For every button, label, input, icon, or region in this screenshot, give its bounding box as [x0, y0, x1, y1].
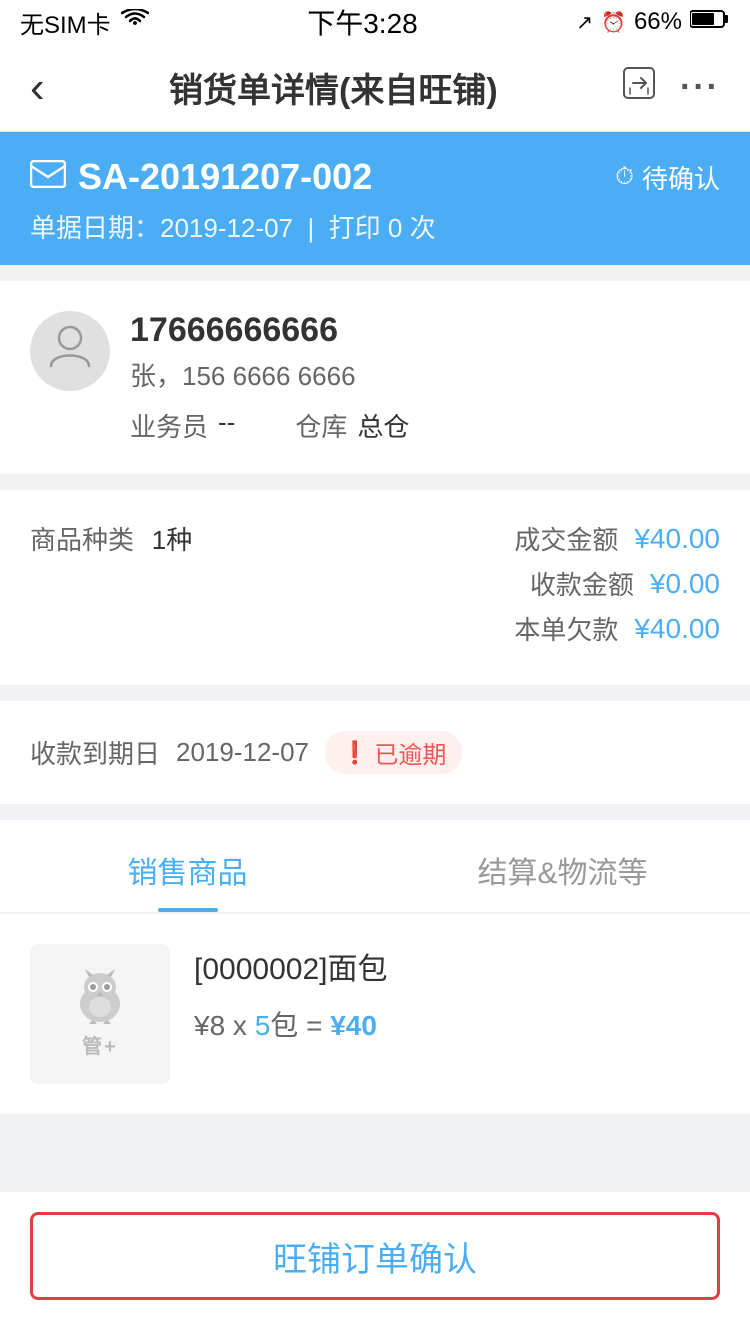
battery-text: 66%: [634, 8, 682, 36]
wifi-icon: [121, 8, 149, 36]
deal-amount-row: 成交金额 ¥40.00: [514, 520, 720, 557]
product-type-label: 商品种类: [30, 525, 134, 555]
battery-icon: [690, 8, 730, 36]
owed-amount-row: 本单欠款 ¥40.00: [514, 610, 720, 647]
tab-products[interactable]: 销售商品: [0, 820, 375, 912]
product-type-section: 商品种类 1种: [30, 520, 192, 557]
tabs-container: 销售商品 结算&物流等: [0, 820, 750, 1114]
alarm-icon: ⏰: [601, 10, 626, 35]
product-info: [0000002]面包 ¥8 x 5包 = ¥40: [194, 944, 720, 1084]
tab-settlement-label: 结算&物流等: [477, 857, 647, 890]
due-date-row: 收款到期日 2019-12-07 ❗ 已逾期: [30, 731, 720, 774]
deal-amount-value: ¥40.00: [634, 523, 720, 555]
back-button[interactable]: ‹: [30, 63, 45, 113]
owed-amount-value: ¥40.00: [634, 613, 720, 645]
due-date-card: 收款到期日 2019-12-07 ❗ 已逾期: [0, 701, 750, 804]
customer-name: 张，156 6666 6666: [130, 356, 720, 393]
logo-text: 管+: [82, 1030, 118, 1059]
order-meta: 单据日期：2019-12-07 | 打印 0 次: [30, 208, 720, 245]
customer-info: 17666666666 张，156 6666 6666 业务员 -- 仓库 总仓: [130, 311, 720, 444]
user-icon: [45, 320, 95, 382]
received-amount-value: ¥0.00: [650, 568, 720, 600]
order-header: SA-20191207-002 ⏱ 待确认 单据日期：2019-12-07 | …: [0, 132, 750, 265]
product-item: 管+ [0000002]面包 ¥8 x 5包 = ¥40: [0, 914, 750, 1114]
carrier-text: 无SIM卡: [20, 5, 111, 40]
salesman-field: 业务员 --: [130, 407, 235, 444]
status-bar: 无SIM卡 下午3:28 ↗ ⏰ 66%: [0, 0, 750, 44]
product-type-value: 1种: [152, 525, 192, 555]
confirm-order-button[interactable]: 旺铺订单确认: [30, 1212, 720, 1300]
status-right: ↗ ⏰ 66%: [576, 8, 730, 36]
overdue-text: 已逾期: [374, 735, 446, 770]
product-price: ¥8 x 5包 = ¥40: [194, 1004, 720, 1044]
customer-meta: 业务员 -- 仓库 总仓: [130, 407, 720, 444]
price-label: ¥8 x: [194, 1010, 255, 1041]
status-time: 下午3:28: [307, 2, 418, 42]
customer-card: 17666666666 张，156 6666 6666 业务员 -- 仓库 总仓: [0, 281, 750, 474]
avatar: [30, 311, 110, 391]
price-total: ¥40: [330, 1010, 377, 1041]
owed-amount-label: 本单欠款: [514, 610, 618, 647]
share-icon[interactable]: [622, 66, 656, 109]
received-amount-row: 收款金额 ¥0.00: [514, 565, 720, 602]
bottom-area: 旺铺订单确认: [0, 1192, 750, 1334]
salesman-label: 业务员: [130, 407, 208, 444]
deal-amount-label: 成交金额: [514, 520, 618, 557]
status-text: 待确认: [642, 159, 720, 196]
warehouse-label: 仓库: [295, 407, 347, 444]
location-arrow-icon: ↗: [576, 10, 593, 35]
tabs-row: 销售商品 结算&物流等: [0, 820, 750, 914]
order-id-text: SA-20191207-002: [78, 156, 372, 198]
tab-settlement[interactable]: 结算&物流等: [375, 820, 750, 912]
received-amount-label: 收款金额: [530, 565, 634, 602]
nav-bar: ‹ 销货单详情(来自旺铺) ···: [0, 44, 750, 132]
summary-card: 商品种类 1种 成交金额 ¥40.00 收款金额 ¥0.00 本单欠款 ¥40.…: [0, 490, 750, 685]
order-envelope-icon: [30, 159, 66, 196]
due-date-value: 2019-12-07: [176, 737, 309, 768]
price-qty: 5: [255, 1010, 271, 1041]
more-icon[interactable]: ···: [680, 68, 720, 107]
salesman-value: --: [218, 407, 235, 444]
overdue-badge: ❗ 已逾期: [325, 731, 462, 774]
product-name: [0000002]面包: [194, 944, 720, 988]
due-date-label: 收款到期日: [30, 734, 160, 771]
product-logo: 管+: [30, 944, 170, 1084]
page-title: 销货单详情(来自旺铺): [169, 63, 498, 112]
price-unit: 包: [270, 1010, 298, 1041]
product-thumbnail: 管+: [30, 944, 170, 1084]
order-status: ⏱ 待确认: [615, 159, 720, 196]
overdue-icon: ❗: [341, 740, 368, 766]
customer-phone: 17666666666: [130, 311, 720, 350]
status-left: 无SIM卡: [20, 5, 149, 40]
warehouse-field: 仓库 总仓: [295, 407, 409, 444]
warehouse-value: 总仓: [357, 407, 409, 444]
order-id: SA-20191207-002: [30, 156, 372, 198]
tab-products-label: 销售商品: [128, 857, 248, 890]
amounts-section: 成交金额 ¥40.00 收款金额 ¥0.00 本单欠款 ¥40.00: [514, 520, 720, 655]
price-equals: =: [298, 1010, 330, 1041]
nav-actions: ···: [622, 66, 720, 109]
confirm-button-label: 旺铺订单确认: [273, 1232, 477, 1281]
clock-icon: ⏱: [615, 163, 634, 191]
